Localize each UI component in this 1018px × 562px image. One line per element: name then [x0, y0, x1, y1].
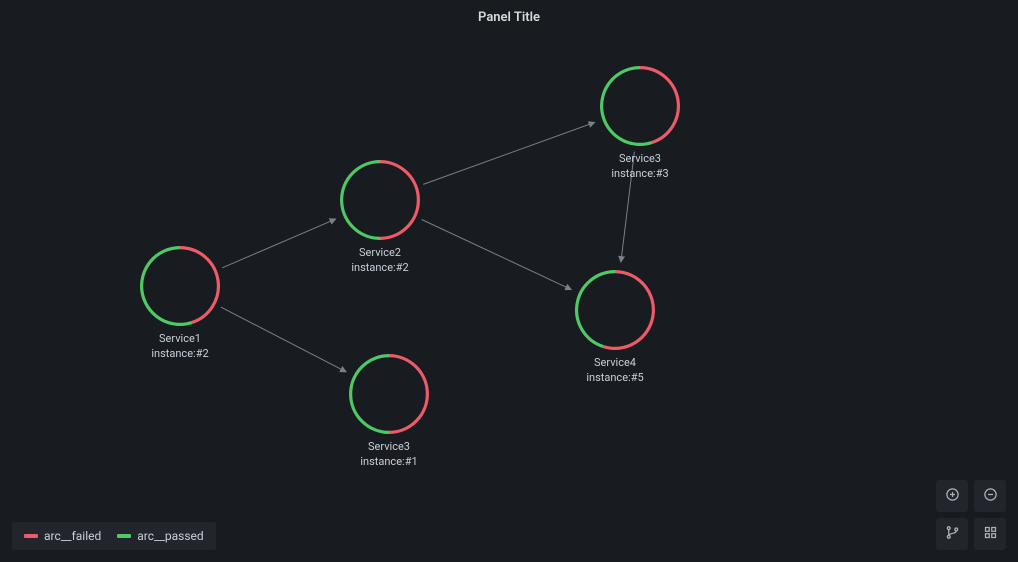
edge[interactable]	[422, 220, 572, 290]
graph-node[interactable]	[351, 356, 428, 433]
node-label: Service3instance:#3	[611, 152, 668, 182]
grid-icon	[983, 525, 998, 543]
legend-label-failed: arc__failed	[44, 529, 101, 543]
node-title: Service1	[151, 332, 208, 347]
tree-layout-button[interactable]	[936, 518, 968, 550]
legend-item-failed[interactable]: arc__failed	[24, 529, 101, 543]
node-subtitle: instance:#3	[611, 167, 668, 182]
node-label: Service1instance:#2	[151, 332, 208, 362]
graph-node[interactable]	[577, 272, 654, 349]
node-label: Service3instance:#1	[360, 440, 417, 470]
edge[interactable]	[222, 219, 336, 268]
node-label: Service2instance:#2	[351, 246, 408, 276]
zoom-out-button[interactable]	[974, 480, 1006, 512]
edge[interactable]	[423, 122, 595, 184]
node-title: Service3	[611, 152, 668, 167]
legend-label-passed: arc__passed	[137, 529, 203, 543]
graph-node[interactable]	[342, 162, 419, 239]
node-title: Service2	[351, 246, 408, 261]
node-graph-svg[interactable]	[0, 0, 1018, 562]
node-subtitle: instance:#2	[351, 261, 408, 276]
edge[interactable]	[221, 307, 346, 372]
node-subtitle: instance:#5	[586, 371, 643, 386]
graph-node[interactable]	[142, 248, 219, 325]
zoom-in-button[interactable]	[936, 480, 968, 512]
node-label: Service4instance:#5	[586, 356, 643, 386]
node-subtitle: instance:#2	[151, 347, 208, 362]
plus-circle-icon	[945, 487, 960, 505]
legend-swatch-passed	[117, 534, 131, 538]
panel: Panel Title Service1instance:#2Service2i…	[0, 0, 1018, 562]
grid-layout-button[interactable]	[974, 518, 1006, 550]
node-subtitle: instance:#1	[360, 455, 417, 470]
graph-node[interactable]	[602, 68, 679, 145]
view-controls	[936, 480, 1006, 550]
node-title: Service3	[360, 440, 417, 455]
minus-circle-icon	[983, 487, 998, 505]
legend-item-passed[interactable]: arc__passed	[117, 529, 203, 543]
node-graph[interactable]: Service1instance:#2Service2instance:#2Se…	[0, 0, 1018, 562]
legend: arc__failed arc__passed	[12, 522, 216, 550]
git-branch-icon	[945, 525, 960, 543]
legend-swatch-failed	[24, 534, 38, 538]
node-title: Service4	[586, 356, 643, 371]
